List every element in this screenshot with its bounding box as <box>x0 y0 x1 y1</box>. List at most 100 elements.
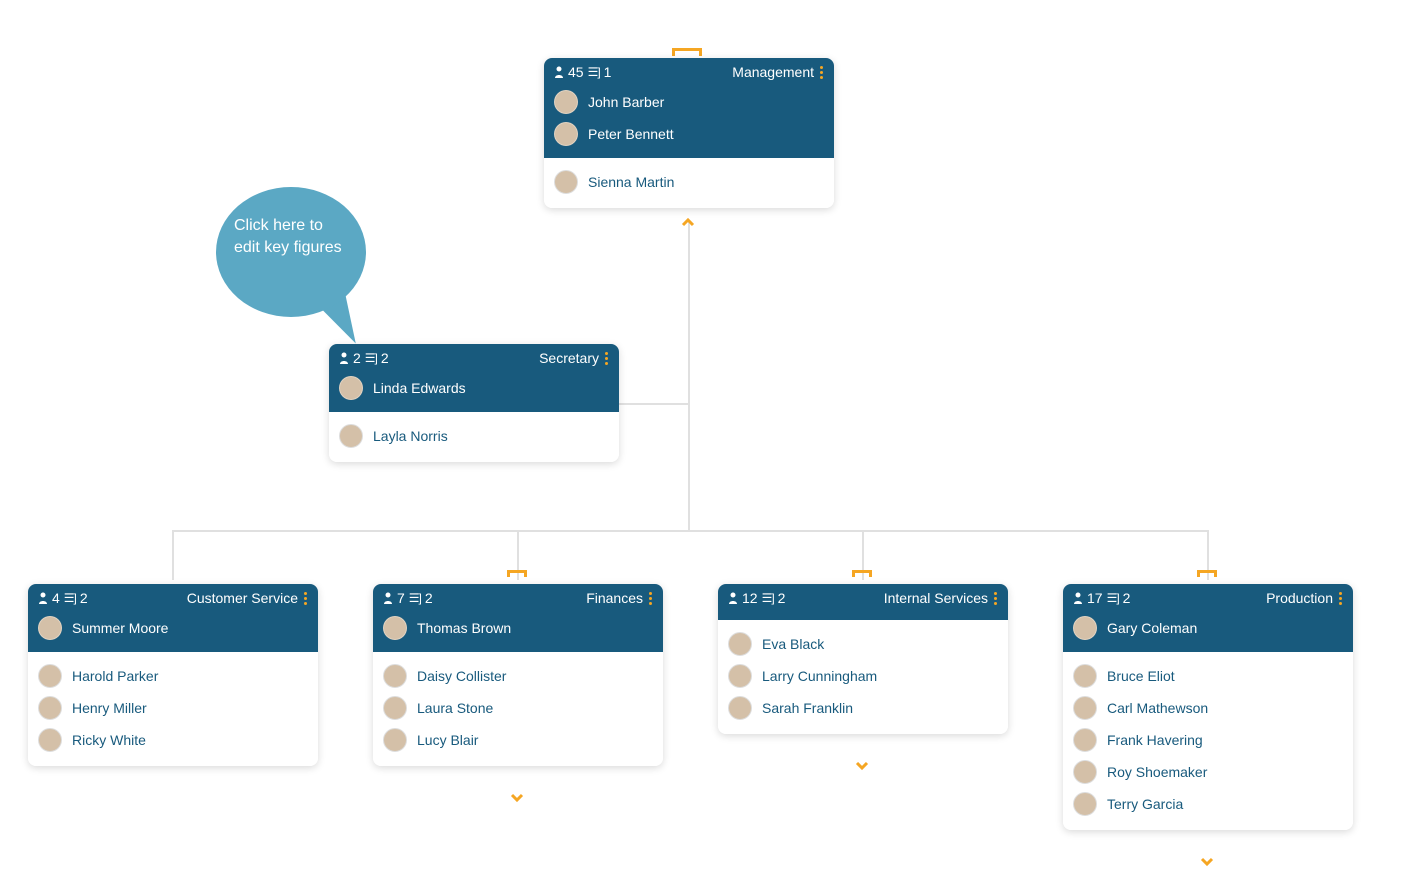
avatar <box>339 424 363 448</box>
avatar <box>1073 664 1097 688</box>
dept-name: Production <box>1266 590 1333 606</box>
levels-icon: ☰] <box>762 591 774 605</box>
levels-icon: ☰] <box>409 591 421 605</box>
level-count: 2 <box>778 590 786 606</box>
bracket-internal-icon <box>852 570 872 577</box>
avatar <box>554 170 578 194</box>
org-card-body: Eva Black Larry Cunningham Sarah Frankli… <box>718 620 1008 734</box>
person-row[interactable]: Bruce Eliot <box>1073 660 1343 692</box>
menu-dots-icon[interactable] <box>605 352 609 365</box>
member-name: Layla Norris <box>373 428 448 444</box>
levels-icon: ☰] <box>588 65 600 79</box>
org-card-finances[interactable]: 7 ☰] 2 Finances Thomas Brown Daisy Colli… <box>373 584 663 766</box>
member-name: Lucy Blair <box>417 732 478 748</box>
avatar <box>383 664 407 688</box>
menu-dots-icon[interactable] <box>820 66 824 79</box>
org-card-header: 4 ☰] 2 Customer Service Summer Moore <box>28 584 318 652</box>
org-card-body: Bruce Eliot Carl Mathewson Frank Haverin… <box>1063 652 1353 830</box>
chevron-down-icon[interactable] <box>854 758 870 774</box>
member-name: Henry Miller <box>72 700 147 716</box>
org-card-header: 12 ☰] 2 Internal Services <box>718 584 1008 620</box>
person-row[interactable]: Daisy Collister <box>383 660 653 692</box>
org-stats[interactable]: 2 ☰] 2 <box>339 350 389 366</box>
person-row[interactable]: Layla Norris <box>339 420 609 452</box>
menu-dots-icon[interactable] <box>994 592 998 605</box>
member-name: Sarah Franklin <box>762 700 853 716</box>
dept-name: Management <box>732 64 814 80</box>
connector-horizontal-secretary <box>618 403 688 405</box>
person-row[interactable]: Eva Black <box>728 628 998 660</box>
menu-dots-icon[interactable] <box>649 592 653 605</box>
org-lead-row[interactable]: Gary Coleman <box>1073 612 1343 644</box>
org-card-body: Harold Parker Henry Miller Ricky White <box>28 652 318 766</box>
person-row[interactable]: Sarah Franklin <box>728 692 998 724</box>
level-count: 2 <box>1123 590 1131 606</box>
menu-dots-icon[interactable] <box>1339 592 1343 605</box>
tooltip-text-line2: edit key figures <box>234 239 342 256</box>
person-icon <box>1073 592 1083 604</box>
avatar <box>1073 696 1097 720</box>
people-count: 17 <box>1087 590 1103 606</box>
org-stats[interactable]: 45 ☰] 1 <box>554 64 611 80</box>
person-icon <box>554 66 564 78</box>
person-row[interactable]: Laura Stone <box>383 692 653 724</box>
org-lead-row[interactable]: John Barber <box>554 86 824 118</box>
avatar <box>728 632 752 656</box>
member-name: Larry Cunningham <box>762 668 877 684</box>
member-name: Daisy Collister <box>417 668 506 684</box>
people-count: 12 <box>742 590 758 606</box>
avatar <box>38 664 62 688</box>
org-lead-row[interactable]: Summer Moore <box>38 612 308 644</box>
org-lead-row[interactable]: Thomas Brown <box>383 612 653 644</box>
org-stats[interactable]: 4 ☰] 2 <box>38 590 88 606</box>
person-row[interactable]: Terry Garcia <box>1073 788 1343 820</box>
person-row[interactable]: Ricky White <box>38 724 308 756</box>
bracket-management-icon <box>672 48 702 56</box>
chevron-down-icon[interactable] <box>509 790 525 806</box>
org-stats[interactable]: 17 ☰] 2 <box>1073 590 1130 606</box>
level-count: 1 <box>604 64 612 80</box>
avatar <box>383 728 407 752</box>
person-row[interactable]: Sienna Martin <box>554 166 824 198</box>
lead-name: Thomas Brown <box>417 620 511 636</box>
person-row[interactable]: Lucy Blair <box>383 724 653 756</box>
menu-dots-icon[interactable] <box>304 592 308 605</box>
people-count: 2 <box>353 350 361 366</box>
avatar <box>728 664 752 688</box>
chevron-up-icon[interactable] <box>680 214 696 230</box>
bracket-production-icon <box>1197 570 1217 577</box>
member-name: Ricky White <box>72 732 146 748</box>
person-row[interactable]: Larry Cunningham <box>728 660 998 692</box>
member-name: Laura Stone <box>417 700 493 716</box>
person-row[interactable]: Henry Miller <box>38 692 308 724</box>
avatar <box>1073 616 1097 640</box>
person-row[interactable]: Frank Havering <box>1073 724 1343 756</box>
avatar <box>38 616 62 640</box>
tooltip-text-line1: Click here to <box>234 217 323 234</box>
level-count: 2 <box>425 590 433 606</box>
chevron-down-icon[interactable] <box>1199 854 1215 870</box>
org-card-secretary[interactable]: 2 ☰] 2 Secretary Linda Edwards Layla Nor… <box>329 344 619 462</box>
person-row[interactable]: Harold Parker <box>38 660 308 692</box>
org-card-management[interactable]: 45 ☰] 1 Management John Barber Peter Ben… <box>544 58 834 208</box>
dept-name: Internal Services <box>884 590 988 606</box>
person-row[interactable]: Carl Mathewson <box>1073 692 1343 724</box>
org-card-body: Sienna Martin <box>544 158 834 208</box>
lead-name: Summer Moore <box>72 620 168 636</box>
org-lead-row[interactable]: Peter Bennett <box>554 118 824 150</box>
person-row[interactable]: Roy Shoemaker <box>1073 756 1343 788</box>
member-name: Roy Shoemaker <box>1107 764 1207 780</box>
connector-vertical-cs <box>172 530 174 580</box>
org-card-internal-services[interactable]: 12 ☰] 2 Internal Services Eva Black Larr… <box>718 584 1008 734</box>
avatar <box>38 696 62 720</box>
person-icon <box>339 352 349 364</box>
org-card-body: Layla Norris <box>329 412 619 462</box>
org-stats[interactable]: 12 ☰] 2 <box>728 590 785 606</box>
org-card-header: 17 ☰] 2 Production Gary Coleman <box>1063 584 1353 652</box>
person-icon <box>728 592 738 604</box>
org-card-production[interactable]: 17 ☰] 2 Production Gary Coleman Bruce El… <box>1063 584 1353 830</box>
dept-name: Secretary <box>539 350 599 366</box>
org-lead-row[interactable]: Linda Edwards <box>339 372 609 404</box>
org-card-customer-service[interactable]: 4 ☰] 2 Customer Service Summer Moore Har… <box>28 584 318 766</box>
org-stats[interactable]: 7 ☰] 2 <box>383 590 433 606</box>
